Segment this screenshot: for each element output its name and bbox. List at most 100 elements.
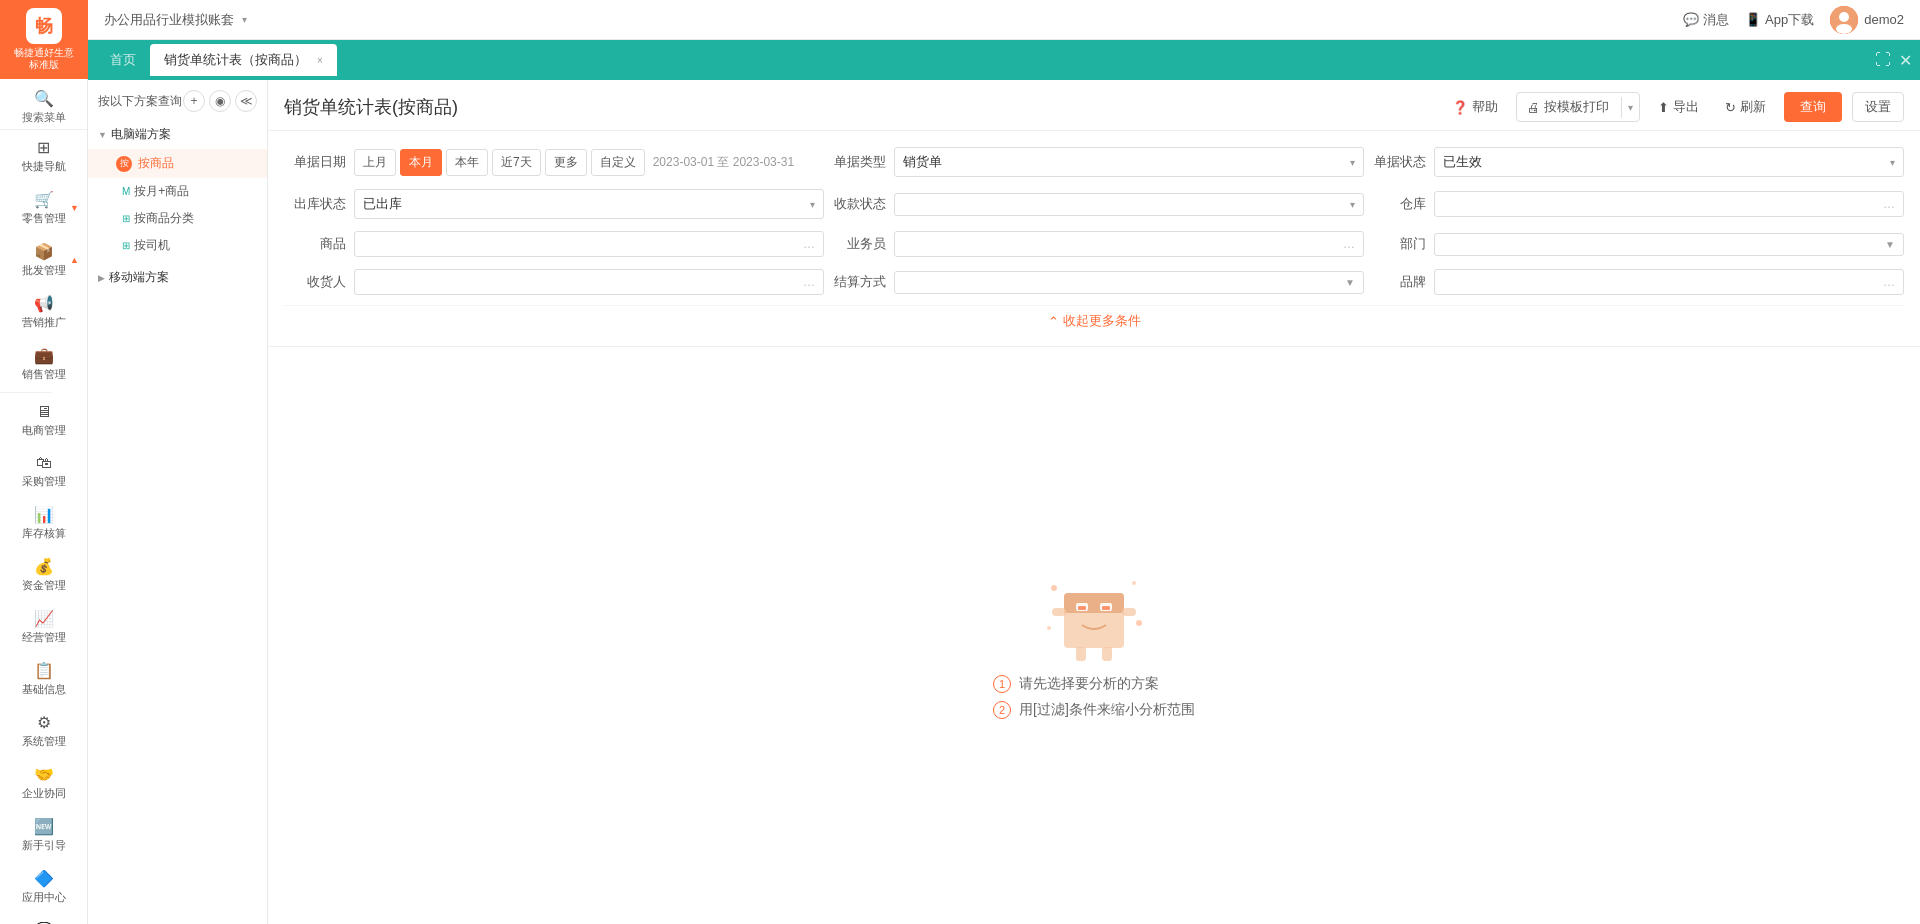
sidebar-search[interactable]: 🔍 搜索菜单 [0, 79, 87, 129]
sidebar-item-inventory[interactable]: 📊 库存核算 [0, 497, 87, 549]
sidebar-item-sales[interactable]: 💼 销售管理 [0, 338, 87, 390]
consignee-input[interactable]: … [354, 269, 824, 295]
custom-btn[interactable]: 自定义 [591, 149, 645, 176]
more-btn[interactable]: 更多 [545, 149, 587, 176]
right-content: 销货单统计表(按商品) ❓ 帮助 🖨 按模板打印 ▾ ⬆ [268, 80, 1920, 924]
plan-sub-driver[interactable]: ⊞ 按司机 [88, 232, 267, 259]
guide-icon: 🆕 [34, 817, 54, 836]
sub-label-1: 按月+商品 [134, 183, 189, 200]
left-panel-header: 按以下方案查询 + ◉ ≪ [88, 90, 267, 120]
salesperson-input[interactable]: … [894, 231, 1364, 257]
messages-btn[interactable]: 💬 消息 [1683, 11, 1729, 29]
sidebar-item-appcenter[interactable]: 🔷 应用中心 [0, 861, 87, 913]
sales-icon: 💼 [34, 346, 54, 365]
settlement-label: 结算方式 [824, 273, 894, 291]
step-number-2: 2 [993, 701, 1011, 719]
date-label: 单据日期 [284, 153, 354, 171]
sidebar-logo[interactable]: 畅 畅捷通好生意 标准版 [0, 0, 88, 79]
step-label-2: 用[过滤]条件来缩小分析范围 [1019, 701, 1195, 719]
date-range: 2023-03-01 至 2023-03-31 [653, 154, 794, 171]
mobile-group-toggle: ▶ [98, 273, 105, 283]
user-btn[interactable]: demo2 [1830, 6, 1904, 34]
sidebar-item-system[interactable]: ⚙ 系统管理 [0, 705, 87, 757]
help-btn[interactable]: ❓ 帮助 [1444, 94, 1506, 120]
quicknav-label: 快捷导航 [22, 159, 66, 174]
filter-row-2: 出库状态 已出库 ▾ 收款状态 ▾ [284, 183, 1904, 225]
enterprise-icon: 🤝 [34, 765, 54, 784]
settlement-arrow: ▼ [1345, 277, 1355, 288]
ecommerce-icon: 🖥 [36, 403, 52, 421]
tab-close-all-btn[interactable]: ✕ [1899, 51, 1912, 70]
empty-illustration [1034, 553, 1154, 663]
settings-btn[interactable]: 设置 [1852, 92, 1904, 122]
doctype-value: 销货单 [903, 153, 942, 171]
print-label: 按模板打印 [1544, 98, 1609, 116]
sidebar-item-wholesale[interactable]: 📦 批发管理 ▲ [0, 234, 87, 286]
warehouse-input[interactable]: … [1434, 191, 1904, 217]
wholesale-label: 批发管理 [22, 263, 66, 278]
sub-icon-1: M [122, 186, 130, 197]
query-btn[interactable]: 查询 [1784, 92, 1842, 122]
guide-label: 新手引导 [22, 838, 66, 853]
doctype-select[interactable]: 销货单 ▾ [894, 147, 1364, 177]
consignee-dots: … [803, 275, 815, 289]
plan-item-by-goods[interactable]: 按 按商品 [88, 149, 267, 178]
this-month-btn[interactable]: 本月 [400, 149, 442, 176]
collapse-more-btn[interactable]: ⌃ 收起更多条件 [284, 305, 1904, 336]
receipt-select[interactable]: ▾ [894, 193, 1364, 216]
this-year-btn[interactable]: 本年 [446, 149, 488, 176]
outbound-label: 出库状态 [284, 195, 354, 213]
brand-input[interactable]: … [1434, 269, 1904, 295]
empty-step-1: 1 请先选择要分析的方案 [993, 675, 1195, 693]
settlement-select[interactable]: ▼ [894, 271, 1364, 294]
tab-bar-actions: ⛶ ✕ [1875, 51, 1912, 70]
avatar [1830, 6, 1858, 34]
messages-icon: 💬 [1683, 12, 1699, 27]
sidebar-item-finance[interactable]: 💰 资金管理 [0, 549, 87, 601]
sidebar-item-retail[interactable]: 🛒 零售管理 ▼ [0, 182, 87, 234]
dept-select[interactable]: ▼ [1434, 233, 1904, 256]
plan-sub-category[interactable]: ⊞ 按商品分类 [88, 205, 267, 232]
print-btn-main[interactable]: 🖨 按模板打印 [1517, 93, 1619, 121]
search-label: 搜索菜单 [22, 110, 66, 125]
tab-close-btn[interactable]: × [317, 55, 323, 66]
marketing-icon: 📢 [34, 294, 54, 313]
print-icon: 🖨 [1527, 100, 1540, 115]
sidebar-item-ecommerce[interactable]: 🖥 电商管理 [0, 395, 87, 446]
refresh-btn[interactable]: ↻ 刷新 [1717, 94, 1774, 120]
filter-brand-cell: 品牌 … [1364, 263, 1904, 301]
collapse-panel-btn[interactable]: ≪ [235, 90, 257, 112]
sidebar-item-marketing[interactable]: 📢 营销推广 [0, 286, 87, 338]
step-number-1: 1 [993, 675, 1011, 693]
tab-fullscreen-btn[interactable]: ⛶ [1875, 51, 1891, 70]
print-dropdown-btn[interactable]: ▾ [1621, 97, 1639, 118]
tab-active[interactable]: 销货单统计表（按商品） × [150, 44, 337, 76]
sidebar-item-guide[interactable]: 🆕 新手引导 [0, 809, 87, 861]
filter-salesperson-cell: 业务员 … [824, 225, 1364, 263]
filter-row-1: 单据日期 上月 本月 本年 近7天 更多 自定义 2023-03-01 至 20… [284, 141, 1904, 183]
breadcrumb-dropdown-icon[interactable]: ▾ [242, 14, 247, 25]
sidebar-item-purchase[interactable]: 🛍 采购管理 [0, 446, 87, 497]
desktop-group-header[interactable]: ▼ 电脑端方案 [88, 120, 267, 149]
sidebar-item-wechat[interactable]: 💬 企业微信 [0, 913, 87, 924]
sidebar-item-basics[interactable]: 📋 基础信息 [0, 653, 87, 705]
last-month-btn[interactable]: 上月 [354, 149, 396, 176]
mobile-group-header[interactable]: ▶ 移动端方案 [88, 263, 267, 292]
svg-point-16 [1136, 620, 1142, 626]
edit-plan-btn[interactable]: ◉ [209, 90, 231, 112]
sidebar-item-quicknav[interactable]: ⊞ 快捷导航 [0, 130, 87, 182]
goods-input[interactable]: … [354, 231, 824, 257]
outbound-select[interactable]: 已出库 ▾ [354, 189, 824, 219]
docstatus-select[interactable]: 已生效 ▾ [1434, 147, 1904, 177]
app-download-btn[interactable]: 📱 App下载 [1745, 11, 1814, 29]
sidebar-item-operations[interactable]: 📈 经营管理 [0, 601, 87, 653]
plan-sub-month-goods[interactable]: M 按月+商品 [88, 178, 267, 205]
export-btn[interactable]: ⬆ 导出 [1650, 94, 1707, 120]
tab-home[interactable]: 首页 [96, 44, 150, 76]
add-plan-btn[interactable]: + [183, 90, 205, 112]
consignee-label: 收货人 [284, 273, 354, 291]
last7-btn[interactable]: 近7天 [492, 149, 541, 176]
help-label: 帮助 [1472, 98, 1498, 116]
sidebar-item-enterprise[interactable]: 🤝 企业协同 [0, 757, 87, 809]
sub-label-2: 按商品分类 [134, 210, 194, 227]
